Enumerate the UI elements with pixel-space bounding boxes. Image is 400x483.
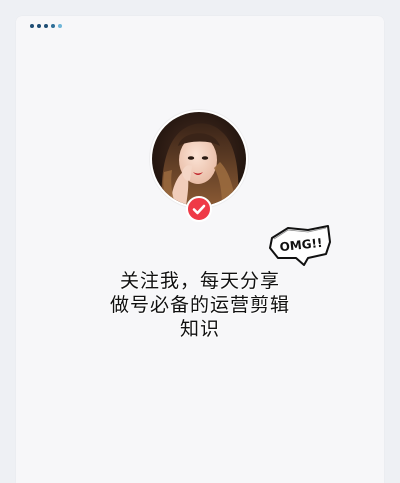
headline-line-2: 做号必备的运营剪辑: [109, 294, 290, 316]
headline: 关注我，每天分享 做号必备的运营剪辑 知识: [16, 269, 384, 341]
headline-line-3: 知识: [179, 318, 220, 340]
omg-sticker: OMG!!: [268, 224, 334, 266]
avatar-illustration: [152, 112, 246, 206]
omg-text: OMG!!: [278, 235, 324, 255]
dot: [37, 24, 41, 28]
dot: [30, 24, 34, 28]
dot: [44, 24, 48, 28]
content-card: OMG!! 关注我，每天分享 做号必备的运营剪辑 知识: [16, 16, 384, 483]
avatar[interactable]: [150, 110, 248, 208]
verified-badge: [186, 196, 212, 222]
check-icon: [192, 204, 206, 215]
avatar-photo: [152, 112, 246, 206]
dots-indicator: [30, 24, 62, 28]
dot: [58, 24, 62, 28]
dot: [51, 24, 55, 28]
headline-line-1: 关注我，每天分享: [119, 270, 280, 292]
